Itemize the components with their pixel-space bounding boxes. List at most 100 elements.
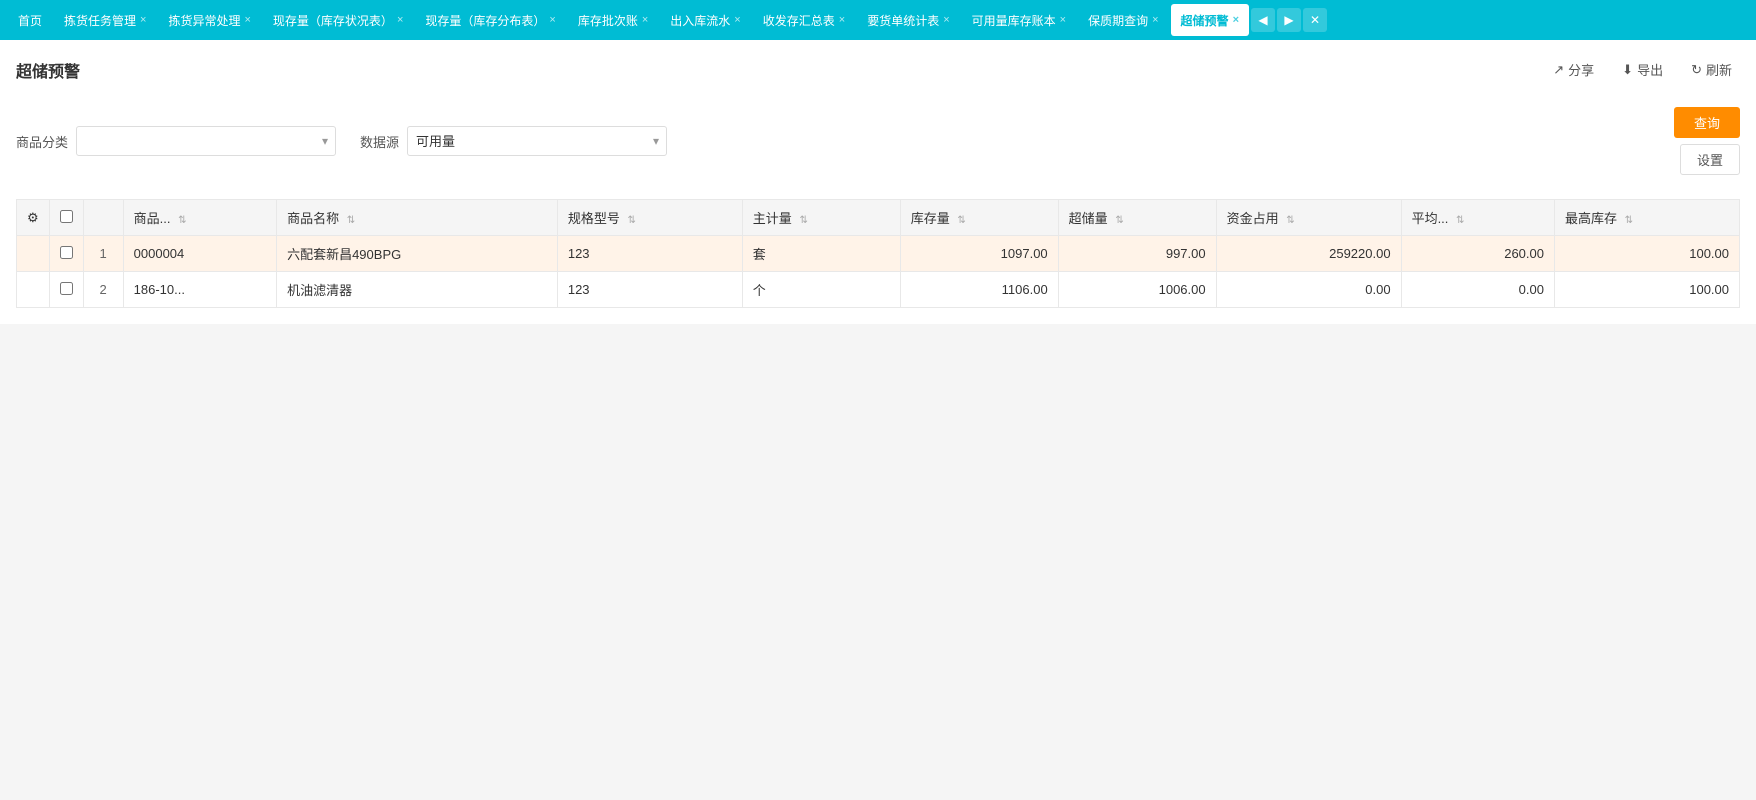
nav-tab-6-label: 出入库流水: [670, 12, 730, 29]
nav-arrow-left[interactable]: ◀: [1251, 8, 1275, 32]
column-product-name-label: 商品名称: [287, 211, 339, 226]
row-index: 2: [83, 272, 123, 308]
column-avg[interactable]: 平均... ⇅: [1401, 200, 1554, 236]
category-filter: 商品分类: [16, 126, 336, 156]
nav-tab-6[interactable]: 出入库流水 ×: [660, 4, 750, 36]
close-icon[interactable]: ×: [734, 14, 740, 26]
row-product-code: 186-10...: [123, 272, 276, 308]
row-unit: 个: [742, 272, 900, 308]
nav-tab-10[interactable]: 保质期查询 ×: [1078, 4, 1168, 36]
row-spec: 123: [557, 236, 742, 272]
nav-tab-3[interactable]: 现存量（库存状况表） ×: [263, 4, 413, 36]
settings-button[interactable]: 设置: [1680, 144, 1740, 175]
nav-tab-5[interactable]: 库存批次账 ×: [568, 4, 658, 36]
column-unit[interactable]: 主计量 ⇅: [742, 200, 900, 236]
column-avg-label: 平均...: [1412, 211, 1449, 226]
close-icon[interactable]: ×: [244, 14, 250, 26]
sort-icon: ⇅: [347, 215, 355, 226]
column-product-code[interactable]: 商品... ⇅: [123, 200, 276, 236]
refresh-icon: ↻: [1691, 62, 1702, 78]
row-capital: 0.00: [1216, 272, 1401, 308]
table-row: 1 0000004 六配套新昌490BPG 123 套 1097.00 997.…: [17, 236, 1740, 272]
row-max-stock: 100.00: [1554, 272, 1739, 308]
nav-tab-4-label: 现存量（库存分布表）: [425, 12, 545, 29]
close-icon[interactable]: ×: [1060, 14, 1066, 26]
close-icon[interactable]: ×: [839, 14, 845, 26]
export-icon: ⬇: [1622, 62, 1633, 78]
row-settings-cell: [17, 272, 50, 308]
datasource-select[interactable]: 可用量: [407, 126, 667, 156]
column-capital[interactable]: 资金占用 ⇅: [1216, 200, 1401, 236]
sort-icon: ⇅: [1456, 215, 1464, 226]
close-icon[interactable]: ×: [140, 14, 146, 26]
column-spec[interactable]: 规格型号 ⇅: [557, 200, 742, 236]
data-table: ⚙ 商品... ⇅ 商品名称 ⇅ 规格型号 ⇅ 主计量: [16, 199, 1740, 308]
nav-tab-2[interactable]: 拣货异常处理 ×: [158, 4, 260, 36]
nav-tab-9[interactable]: 可用量库存账本 ×: [962, 4, 1076, 36]
nav-tab-5-label: 库存批次账: [578, 12, 638, 29]
datasource-label: 数据源: [360, 132, 399, 151]
row-index: 1: [83, 236, 123, 272]
export-button[interactable]: ⬇ 导出: [1614, 56, 1671, 83]
nav-tab-11-active[interactable]: 超储预警 ×: [1171, 4, 1249, 36]
page-content: 超储预警 ↗ 分享 ⬇ 导出 ↻ 刷新 商品分类: [0, 40, 1756, 324]
query-button[interactable]: 查询: [1674, 107, 1740, 138]
column-max-stock[interactable]: 最高库存 ⇅: [1554, 200, 1739, 236]
sort-icon: ⇅: [627, 215, 635, 226]
close-icon[interactable]: ×: [397, 14, 403, 26]
share-icon: ↗: [1553, 62, 1564, 78]
nav-tab-4[interactable]: 现存量（库存分布表） ×: [415, 4, 565, 36]
nav-tab-7[interactable]: 收发存汇总表 ×: [753, 4, 855, 36]
sort-icon: ⇅: [1286, 215, 1294, 226]
page-actions: ↗ 分享 ⬇ 导出 ↻ 刷新: [1545, 56, 1740, 83]
row-product-name: 六配套新昌490BPG: [277, 236, 558, 272]
row-avg: 260.00: [1401, 236, 1554, 272]
row-checkbox[interactable]: [60, 282, 73, 295]
nav-tab-1[interactable]: 拣货任务管理 ×: [54, 4, 156, 36]
row-checkbox[interactable]: [60, 246, 73, 259]
row-checkbox-cell[interactable]: [49, 236, 83, 272]
row-stock: 1097.00: [900, 236, 1058, 272]
column-settings[interactable]: ⚙: [17, 200, 50, 236]
close-icon[interactable]: ×: [943, 14, 949, 26]
column-stock[interactable]: 库存量 ⇅: [900, 200, 1058, 236]
filter-row: 商品分类 数据源 可用量 查询 设置: [16, 99, 1740, 183]
column-checkbox[interactable]: [49, 200, 83, 236]
nav-tab-2-label: 拣货异常处理: [168, 12, 240, 29]
row-unit: 套: [742, 236, 900, 272]
row-overstock: 997.00: [1058, 236, 1216, 272]
nav-arrow-close-all[interactable]: ✕: [1303, 8, 1327, 32]
nav-tab-7-label: 收发存汇总表: [763, 12, 835, 29]
column-unit-label: 主计量: [753, 211, 792, 226]
select-all-checkbox[interactable]: [60, 210, 73, 223]
nav-tab-1-label: 拣货任务管理: [64, 12, 136, 29]
row-capital: 259220.00: [1216, 236, 1401, 272]
column-max-stock-label: 最高库存: [1565, 211, 1617, 226]
column-spec-label: 规格型号: [568, 211, 620, 226]
row-checkbox-cell[interactable]: [49, 272, 83, 308]
sort-icon: ⇅: [1625, 215, 1633, 226]
share-button[interactable]: ↗ 分享: [1545, 56, 1602, 83]
nav-arrow-right[interactable]: ▶: [1277, 8, 1301, 32]
category-select-wrapper: [76, 126, 336, 156]
close-icon[interactable]: ×: [1152, 14, 1158, 26]
category-label: 商品分类: [16, 132, 68, 151]
column-index: [83, 200, 123, 236]
nav-tab-3-label: 现存量（库存状况表）: [273, 12, 393, 29]
close-icon[interactable]: ×: [642, 14, 648, 26]
category-select[interactable]: [76, 126, 336, 156]
nav-tab-home[interactable]: 首页: [8, 4, 52, 36]
row-spec: 123: [557, 272, 742, 308]
sort-icon: ⇅: [1115, 215, 1123, 226]
column-overstock[interactable]: 超储量 ⇅: [1058, 200, 1216, 236]
row-stock: 1106.00: [900, 272, 1058, 308]
page-title: 超储预警: [16, 58, 80, 82]
sort-icon: ⇅: [957, 215, 965, 226]
close-icon[interactable]: ×: [549, 14, 555, 26]
refresh-button[interactable]: ↻ 刷新: [1683, 56, 1740, 83]
table-row: 2 186-10... 机油滤清器 123 个 1106.00 1006.00 …: [17, 272, 1740, 308]
close-icon[interactable]: ×: [1233, 14, 1239, 26]
nav-tab-8[interactable]: 要货单统计表 ×: [857, 4, 959, 36]
column-product-name[interactable]: 商品名称 ⇅: [277, 200, 558, 236]
row-product-name: 机油滤清器: [277, 272, 558, 308]
